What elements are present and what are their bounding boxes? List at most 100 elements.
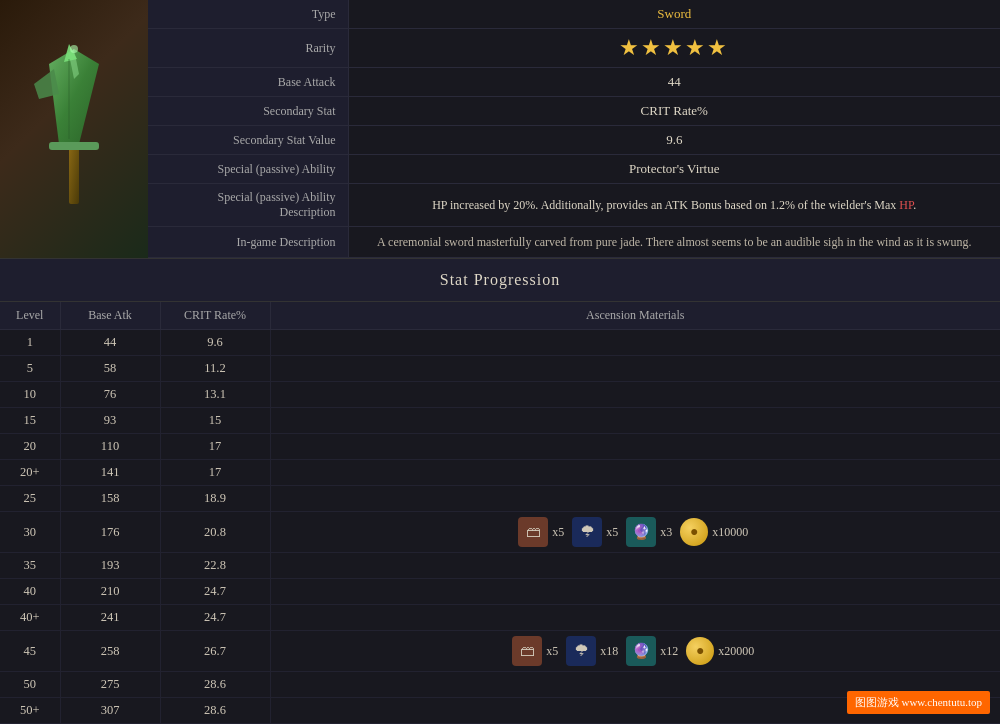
svg-point-6	[70, 45, 78, 53]
cell-base-atk: 258	[60, 631, 160, 672]
material-icon: ●	[686, 637, 714, 665]
cell-level: 35	[0, 553, 60, 579]
secondary-stat-value-row: Secondary Stat Value 9.6	[148, 126, 1000, 155]
table-row: 40+24124.7	[0, 605, 1000, 631]
ingame-desc-row: In-game Description A ceremonial sword m…	[148, 227, 1000, 258]
cell-crit-rate: 24.7	[160, 579, 270, 605]
cell-materials	[270, 460, 1000, 486]
cell-crit-rate: 20.8	[160, 512, 270, 553]
ingame-desc-label: In-game Description	[148, 227, 348, 258]
cell-crit-rate: 17	[160, 460, 270, 486]
stat-table-header: Level Base Atk CRIT Rate% Ascension Mate…	[0, 302, 1000, 330]
table-row: 3017620.8🗃x5🌩x5🔮x3●x10000	[0, 512, 1000, 553]
material-count: x18	[600, 644, 618, 659]
cell-crit-rate: 24.7	[160, 605, 270, 631]
cell-base-atk: 110	[60, 434, 160, 460]
ingame-desc-value: A ceremonial sword masterfully carved fr…	[348, 227, 1000, 258]
table-row: 4021024.7	[0, 579, 1000, 605]
rarity-row: Rarity ★★★★★	[148, 29, 1000, 68]
cell-materials	[270, 408, 1000, 434]
col-materials: Ascension Materials	[270, 302, 1000, 330]
col-level: Level	[0, 302, 60, 330]
cell-crit-rate: 9.6	[160, 330, 270, 356]
weapon-stats-table: Type Sword Rarity ★★★★★ Base Attack 44 S…	[148, 0, 1000, 258]
cell-crit-rate: 28.6	[160, 672, 270, 698]
table-row: 20+14117	[0, 460, 1000, 486]
cell-materials	[270, 356, 1000, 382]
cell-materials	[270, 330, 1000, 356]
cell-base-atk: 275	[60, 672, 160, 698]
material-icon: 🔮	[626, 636, 656, 666]
weapon-info-section: Type Sword Rarity ★★★★★ Base Attack 44 S…	[0, 0, 1000, 259]
cell-base-atk: 176	[60, 512, 160, 553]
cell-level: 10	[0, 382, 60, 408]
cell-base-atk: 58	[60, 356, 160, 382]
secondary-stat-value-label: Secondary Stat Value	[148, 126, 348, 155]
svg-rect-0	[69, 144, 79, 204]
cell-crit-rate: 28.6	[160, 698, 270, 724]
watermark: 图图游戏 www.chentutu.top	[847, 691, 990, 714]
material-icon: 🗃	[512, 636, 542, 666]
base-attack-value: 44	[348, 68, 1000, 97]
cell-crit-rate: 13.1	[160, 382, 270, 408]
special-ability-desc-label: Special (passive) Ability Description	[148, 184, 348, 227]
col-crit: CRIT Rate%	[160, 302, 270, 330]
base-attack-label: Base Attack	[148, 68, 348, 97]
cell-level: 5	[0, 356, 60, 382]
weapon-image	[0, 0, 148, 258]
cell-crit-rate: 26.7	[160, 631, 270, 672]
material-count: x5	[606, 525, 618, 540]
cell-crit-rate: 17	[160, 434, 270, 460]
table-row: 159315	[0, 408, 1000, 434]
material-count: x3	[660, 525, 672, 540]
cell-level: 25	[0, 486, 60, 512]
cell-base-atk: 141	[60, 460, 160, 486]
rarity-label: Rarity	[148, 29, 348, 68]
cell-base-atk: 210	[60, 579, 160, 605]
col-base-atk: Base Atk	[60, 302, 160, 330]
cell-level: 15	[0, 408, 60, 434]
cell-materials: 🗃x5🌩x5🔮x3●x10000	[270, 512, 1000, 553]
stat-progression-title: Stat Progression	[0, 259, 1000, 302]
type-label: Type	[148, 0, 348, 29]
cell-materials: 🗃x5🌩x18🔮x12●x20000	[270, 631, 1000, 672]
cell-base-atk: 76	[60, 382, 160, 408]
cell-level: 50+	[0, 698, 60, 724]
base-attack-row: Base Attack 44	[148, 68, 1000, 97]
material-count: x5	[546, 644, 558, 659]
secondary-stat-value-val: 9.6	[348, 126, 1000, 155]
material-count: x10000	[712, 525, 748, 540]
material-icon: 🔮	[626, 517, 656, 547]
cell-level: 30	[0, 512, 60, 553]
cell-base-atk: 44	[60, 330, 160, 356]
type-value: Sword	[348, 0, 1000, 29]
cell-materials	[270, 486, 1000, 512]
table-row: 107613.1	[0, 382, 1000, 408]
stat-table: Level Base Atk CRIT Rate% Ascension Mate…	[0, 302, 1000, 724]
table-row: 55811.2	[0, 356, 1000, 382]
cell-materials	[270, 579, 1000, 605]
cell-base-atk: 93	[60, 408, 160, 434]
stat-progression-section: Stat Progression Level Base Atk CRIT Rat…	[0, 259, 1000, 724]
cell-materials	[270, 553, 1000, 579]
material-icon: 🌩	[566, 636, 596, 666]
cell-materials	[270, 382, 1000, 408]
material-count: x12	[660, 644, 678, 659]
cell-materials	[270, 434, 1000, 460]
cell-crit-rate: 18.9	[160, 486, 270, 512]
cell-level: 20+	[0, 460, 60, 486]
special-ability-label: Special (passive) Ability	[148, 155, 348, 184]
special-ability-value: Protector's Virtue	[348, 155, 1000, 184]
material-icon: 🗃	[518, 517, 548, 547]
special-ability-desc-row: Special (passive) Ability Description HP…	[148, 184, 1000, 227]
cell-base-atk: 241	[60, 605, 160, 631]
cell-base-atk: 307	[60, 698, 160, 724]
cell-level: 20	[0, 434, 60, 460]
table-row: 2515818.9	[0, 486, 1000, 512]
cell-level: 45	[0, 631, 60, 672]
table-row: 2011017	[0, 434, 1000, 460]
cell-crit-rate: 11.2	[160, 356, 270, 382]
table-row: 4525826.7🗃x5🌩x18🔮x12●x20000	[0, 631, 1000, 672]
table-row: 3519322.8	[0, 553, 1000, 579]
cell-level: 40+	[0, 605, 60, 631]
